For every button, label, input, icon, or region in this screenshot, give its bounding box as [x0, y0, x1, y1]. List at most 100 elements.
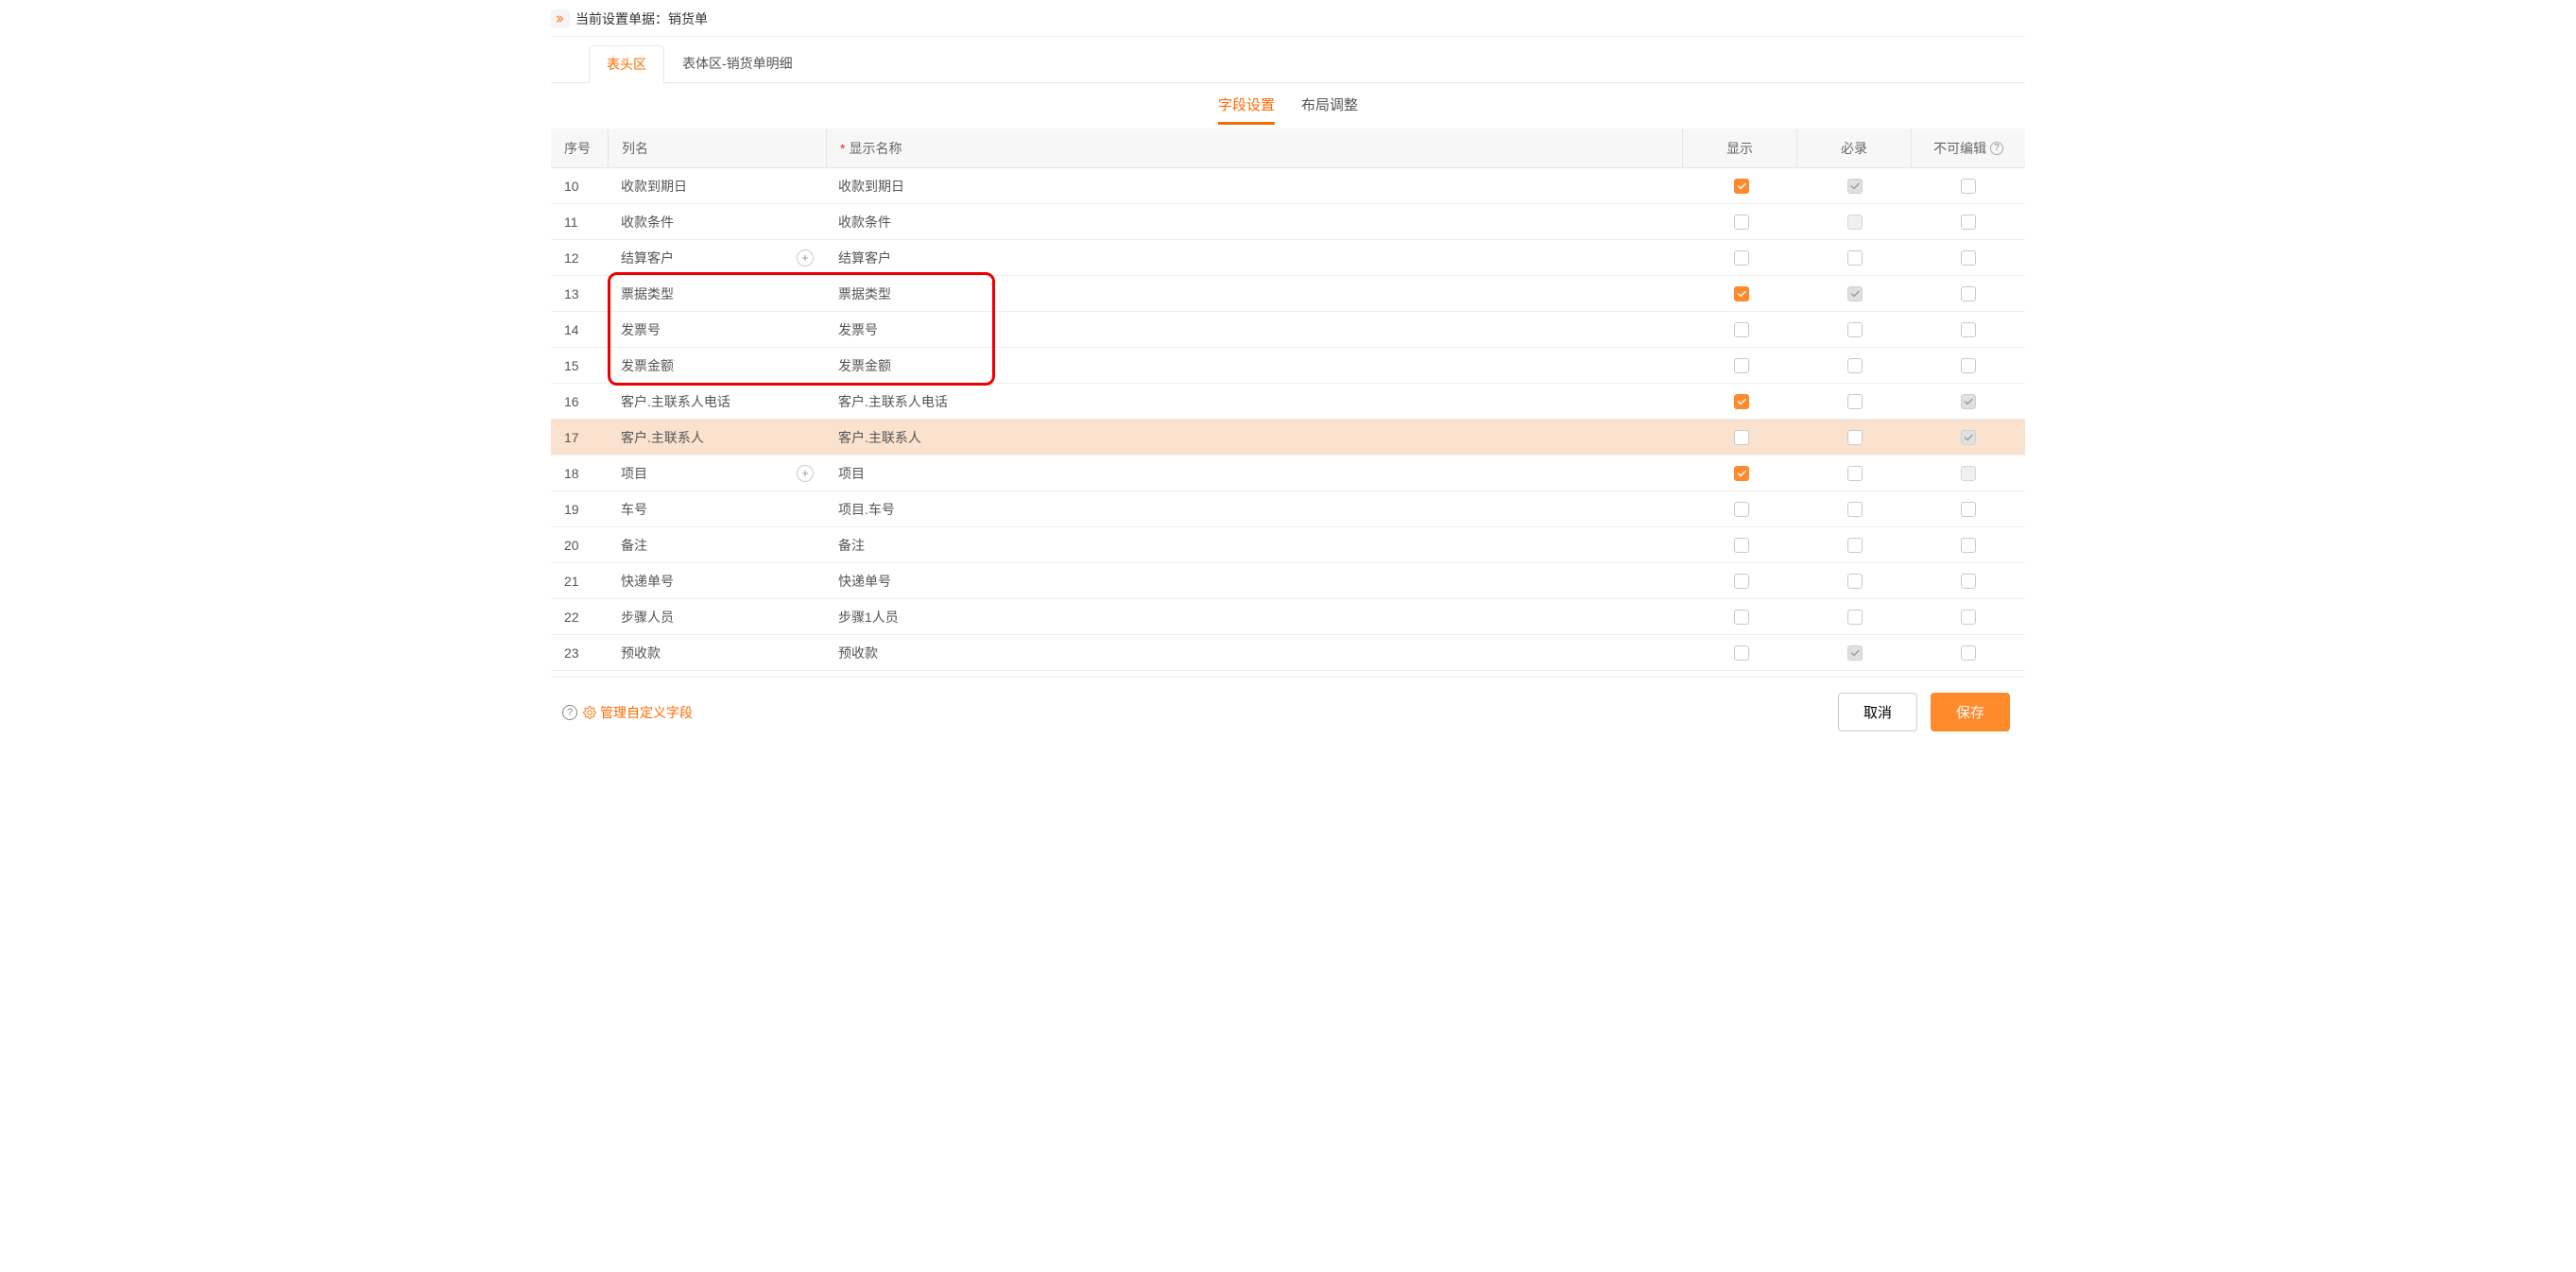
checkbox[interactable]	[1734, 610, 1749, 625]
cell-readonly	[1912, 430, 2025, 445]
checkbox[interactable]	[1961, 574, 1976, 589]
checkbox[interactable]	[1847, 430, 1863, 445]
cell-required	[1798, 645, 1912, 661]
checkbox	[1961, 394, 1976, 409]
cell-show	[1685, 538, 1798, 553]
cell-display[interactable]: 客户.主联系人	[825, 428, 1685, 447]
question-icon[interactable]: ?	[562, 705, 577, 720]
cell-required	[1798, 322, 1912, 337]
checkbox[interactable]	[1961, 610, 1976, 625]
cell-readonly	[1912, 215, 2025, 230]
checkbox	[1847, 286, 1863, 301]
add-child-button[interactable]	[797, 465, 814, 482]
checkbox[interactable]	[1734, 502, 1749, 517]
cell-display[interactable]: 备注	[825, 536, 1685, 555]
cell-show	[1685, 286, 1798, 301]
checkbox[interactable]	[1734, 358, 1749, 373]
cell-display[interactable]: 收款到期日	[825, 177, 1685, 196]
cell-name: 发票金额	[608, 356, 825, 375]
cell-display[interactable]: 发票号	[825, 320, 1685, 339]
cell-name: 预收款	[608, 644, 825, 662]
cell-required	[1798, 250, 1912, 266]
checkbox[interactable]	[1734, 574, 1749, 589]
tab-body-area[interactable]: 表体区-销货单明细	[664, 44, 811, 82]
checkbox[interactable]	[1734, 538, 1749, 553]
checkbox[interactable]	[1847, 538, 1863, 553]
checkbox[interactable]	[1847, 466, 1863, 481]
checkbox[interactable]	[1734, 466, 1749, 481]
cell-name-label: 发票金额	[621, 356, 674, 375]
save-button[interactable]: 保存	[1931, 693, 2010, 731]
checkbox[interactable]	[1961, 250, 1976, 266]
cell-display[interactable]: 票据类型	[825, 284, 1685, 303]
th-display-label: 显示名称	[849, 139, 902, 158]
checkbox[interactable]	[1961, 358, 1976, 373]
cell-name-label: 客户.主联系人	[621, 428, 704, 447]
checkbox[interactable]	[1961, 286, 1976, 301]
cell-name-label: 备注	[621, 536, 647, 555]
checkbox[interactable]	[1734, 179, 1749, 194]
cell-show	[1685, 645, 1798, 661]
sub-tab-field-settings[interactable]: 字段设置	[1218, 95, 1275, 125]
checkbox[interactable]	[1847, 610, 1863, 625]
cell-display[interactable]: 收款条件	[825, 213, 1685, 232]
cell-required	[1798, 179, 1912, 194]
checkbox[interactable]	[1961, 322, 1976, 337]
cell-required	[1798, 502, 1912, 517]
checkbox[interactable]	[1961, 538, 1976, 553]
cell-name-label: 预收款	[621, 644, 661, 662]
cell-name: 收款条件	[608, 213, 825, 232]
cell-display[interactable]: 快递单号	[825, 572, 1685, 591]
manage-custom-fields-link[interactable]: 管理自定义字段	[583, 703, 693, 722]
table-body: 10收款到期日收款到期日11收款条件收款条件12结算客户结算客户13票据类型票据…	[551, 168, 2025, 671]
cell-name: 票据类型	[608, 284, 825, 303]
cell-seq: 17	[551, 430, 608, 445]
checkbox[interactable]	[1734, 250, 1749, 266]
cell-display[interactable]: 步骤1人员	[825, 608, 1685, 627]
help-icon[interactable]: ?	[1990, 142, 2003, 155]
cell-seq: 16	[551, 394, 608, 409]
checkbox[interactable]	[1734, 430, 1749, 445]
cell-display[interactable]: 客户.主联系人电话	[825, 392, 1685, 411]
cell-required	[1798, 538, 1912, 553]
manage-custom-fields-label: 管理自定义字段	[600, 703, 693, 722]
cell-readonly	[1912, 394, 2025, 409]
add-child-button[interactable]	[797, 249, 814, 266]
tab-header-area[interactable]: 表头区	[589, 45, 664, 83]
cell-name: 客户.主联系人电话	[608, 392, 825, 411]
checkbox[interactable]	[1961, 215, 1976, 230]
cell-readonly	[1912, 538, 2025, 553]
checkbox[interactable]	[1961, 179, 1976, 194]
cell-readonly	[1912, 502, 2025, 517]
cell-name: 车号	[608, 500, 825, 519]
cell-display[interactable]: 预收款	[825, 644, 1685, 662]
checkbox[interactable]	[1847, 250, 1863, 266]
cell-required	[1798, 466, 1912, 481]
checkbox[interactable]	[1847, 574, 1863, 589]
sub-tab-layout-adjust[interactable]: 布局调整	[1301, 95, 1358, 125]
checkbox[interactable]	[1734, 286, 1749, 301]
table-row: 11收款条件收款条件	[551, 204, 2025, 240]
cell-display[interactable]: 项目	[825, 464, 1685, 483]
checkbox[interactable]	[1734, 394, 1749, 409]
checkbox[interactable]	[1961, 502, 1976, 517]
collapse-icon[interactable]	[551, 9, 570, 28]
checkbox[interactable]	[1847, 358, 1863, 373]
topbar-label: 当前设置单据：销货单	[575, 9, 708, 28]
cell-display[interactable]: 结算客户	[825, 249, 1685, 267]
checkbox[interactable]	[1847, 322, 1863, 337]
checkbox[interactable]	[1847, 502, 1863, 517]
cell-show	[1685, 358, 1798, 373]
checkbox[interactable]	[1961, 645, 1976, 661]
checkbox[interactable]	[1734, 215, 1749, 230]
tabs: 表头区 表体区-销货单明细	[551, 44, 2025, 83]
cancel-button[interactable]: 取消	[1838, 693, 1917, 731]
cell-seq: 14	[551, 322, 608, 337]
cell-display[interactable]: 项目.车号	[825, 500, 1685, 519]
cell-readonly	[1912, 574, 2025, 589]
th-seq: 序号	[551, 129, 608, 167]
cell-display[interactable]: 发票金额	[825, 356, 1685, 375]
checkbox[interactable]	[1734, 322, 1749, 337]
checkbox[interactable]	[1734, 645, 1749, 661]
checkbox[interactable]	[1847, 394, 1863, 409]
